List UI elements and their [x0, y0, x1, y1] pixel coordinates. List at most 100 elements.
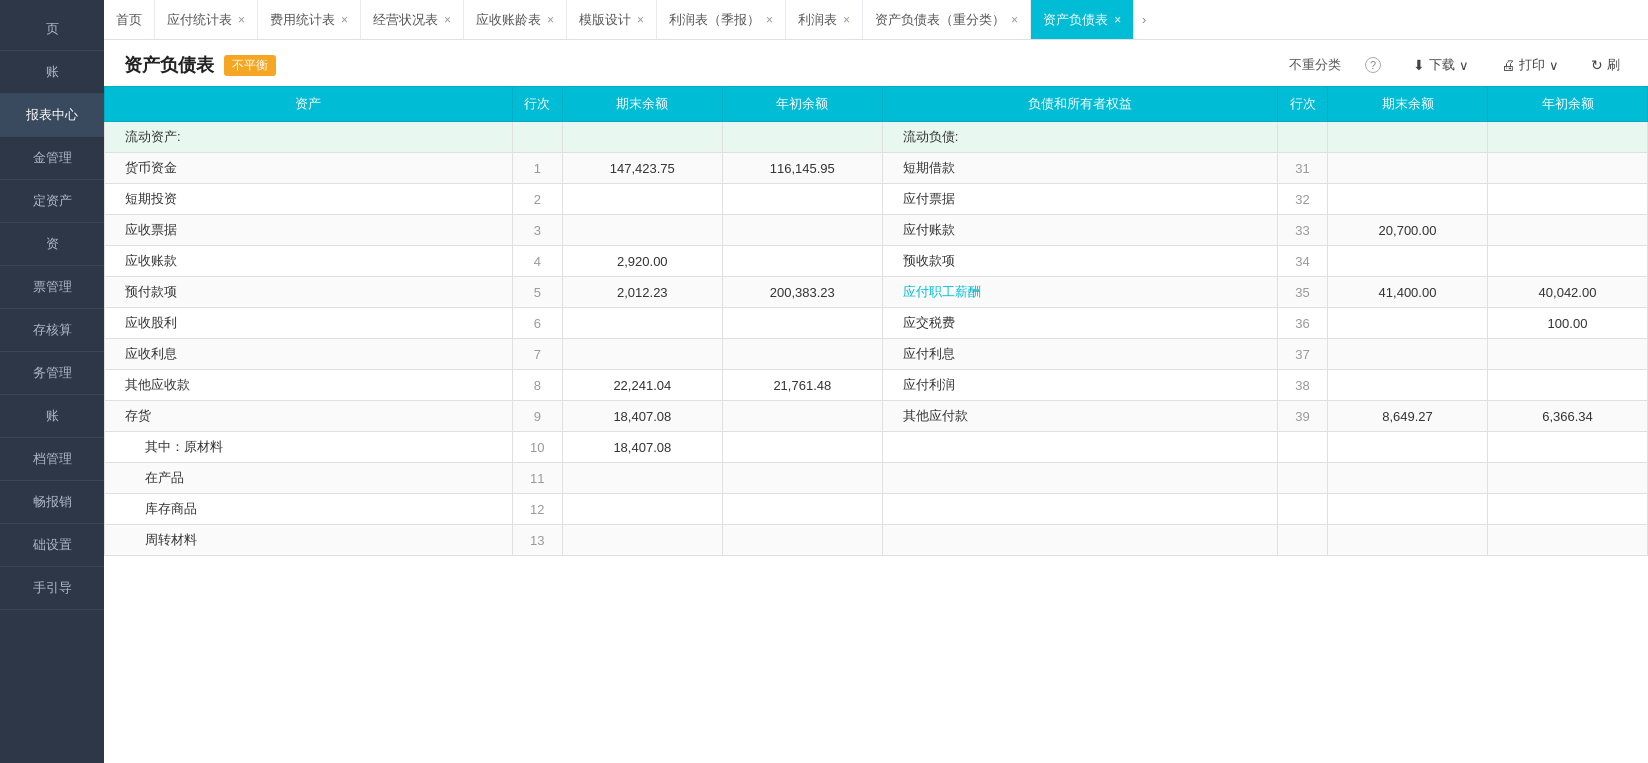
- row-left-item[interactable]: 周转材料: [105, 525, 513, 556]
- sidebar-item-ticket[interactable]: 票管理: [0, 266, 104, 309]
- tab-ar[interactable]: 应收账龄表 ×: [464, 0, 567, 40]
- row-left-begin[interactable]: [722, 525, 882, 556]
- row-left-end[interactable]: 18,407.08: [562, 401, 722, 432]
- tab-bs[interactable]: 资产负债表 ×: [1031, 0, 1134, 40]
- row-left-item[interactable]: 货币资金: [105, 153, 513, 184]
- sidebar-item-account[interactable]: 账: [0, 51, 104, 94]
- row-right-item[interactable]: 应付票据: [882, 184, 1277, 215]
- row-left-begin[interactable]: 116,145.95: [722, 153, 882, 184]
- tab-close-bs[interactable]: ×: [1114, 13, 1121, 27]
- row-left-begin[interactable]: [722, 215, 882, 246]
- row-left-begin[interactable]: [722, 308, 882, 339]
- row-right-begin[interactable]: [1488, 184, 1648, 215]
- row-right-end[interactable]: [1328, 463, 1488, 494]
- row-right-begin[interactable]: [1488, 494, 1648, 525]
- row-right-end[interactable]: [1328, 246, 1488, 277]
- row-right-begin[interactable]: [1488, 246, 1648, 277]
- row-left-item[interactable]: 应收股利: [105, 308, 513, 339]
- row-right-begin[interactable]: [1488, 432, 1648, 463]
- tab-next-arrow[interactable]: ›: [1134, 0, 1154, 40]
- refresh-button[interactable]: ↻ 刷: [1583, 52, 1628, 78]
- row-left-begin[interactable]: [722, 463, 882, 494]
- help-button[interactable]: ?: [1357, 53, 1389, 77]
- sidebar-item-home[interactable]: 页: [0, 8, 104, 51]
- row-left-item[interactable]: 存货: [105, 401, 513, 432]
- tab-home[interactable]: 首页: [104, 0, 155, 40]
- tab-close-ar[interactable]: ×: [547, 13, 554, 27]
- tab-profit[interactable]: 利润表 ×: [786, 0, 863, 40]
- sidebar-item-storage[interactable]: 存核算: [0, 309, 104, 352]
- row-left-begin[interactable]: 200,383.23: [722, 277, 882, 308]
- tab-ap[interactable]: 应付统计表 ×: [155, 0, 258, 40]
- row-left-begin[interactable]: [722, 401, 882, 432]
- row-left-begin[interactable]: [722, 339, 882, 370]
- row-right-begin[interactable]: 6,366.34: [1488, 401, 1648, 432]
- print-button[interactable]: 🖨 打印 ∨: [1493, 52, 1567, 78]
- row-right-end[interactable]: [1328, 339, 1488, 370]
- row-right-begin[interactable]: 100.00: [1488, 308, 1648, 339]
- sidebar-item-tax[interactable]: 务管理: [0, 352, 104, 395]
- row-left-end[interactable]: 18,407.08: [562, 432, 722, 463]
- row-right-end[interactable]: 8,649.27: [1328, 401, 1488, 432]
- tab-close-cost[interactable]: ×: [341, 13, 348, 27]
- row-right-item[interactable]: 应交税费: [882, 308, 1277, 339]
- row-right-item[interactable]: [882, 525, 1277, 556]
- row-right-begin[interactable]: [1488, 463, 1648, 494]
- tab-bs-re[interactable]: 资产负债表（重分类） ×: [863, 0, 1031, 40]
- row-left-begin[interactable]: 21,761.48: [722, 370, 882, 401]
- tab-close-profit[interactable]: ×: [843, 13, 850, 27]
- sidebar-item-guide[interactable]: 手引导: [0, 567, 104, 610]
- tab-ops[interactable]: 经营状况表 ×: [361, 0, 464, 40]
- row-left-end[interactable]: [562, 215, 722, 246]
- row-left-item[interactable]: 应收票据: [105, 215, 513, 246]
- row-right-begin[interactable]: [1488, 153, 1648, 184]
- row-left-end[interactable]: [562, 463, 722, 494]
- row-left-item[interactable]: 库存商品: [105, 494, 513, 525]
- row-left-item[interactable]: 应收利息: [105, 339, 513, 370]
- row-left-item[interactable]: 短期投资: [105, 184, 513, 215]
- row-right-end[interactable]: 20,700.00: [1328, 215, 1488, 246]
- row-right-begin[interactable]: [1488, 339, 1648, 370]
- sidebar-item-report[interactable]: 报表中心: [0, 94, 104, 137]
- row-left-end[interactable]: [562, 339, 722, 370]
- tab-cost[interactable]: 费用统计表 ×: [258, 0, 361, 40]
- row-right-begin[interactable]: [1488, 525, 1648, 556]
- row-right-item[interactable]: 其他应付款: [882, 401, 1277, 432]
- sidebar-item-expense[interactable]: 畅报销: [0, 481, 104, 524]
- row-left-begin[interactable]: [722, 494, 882, 525]
- row-left-end[interactable]: [562, 494, 722, 525]
- sidebar-item-invest[interactable]: 资: [0, 223, 104, 266]
- row-right-end[interactable]: [1328, 370, 1488, 401]
- row-left-item[interactable]: 预付款项: [105, 277, 513, 308]
- row-left-end[interactable]: [562, 525, 722, 556]
- row-right-item[interactable]: 应付利润: [882, 370, 1277, 401]
- row-right-end[interactable]: [1328, 494, 1488, 525]
- row-right-item[interactable]: 应付利息: [882, 339, 1277, 370]
- sidebar-item-fund[interactable]: 金管理: [0, 137, 104, 180]
- row-right-item[interactable]: 应付职工薪酬: [882, 277, 1277, 308]
- row-right-end[interactable]: [1328, 184, 1488, 215]
- row-right-item[interactable]: [882, 494, 1277, 525]
- row-left-item[interactable]: 应收账款: [105, 246, 513, 277]
- row-left-end[interactable]: 2,920.00: [562, 246, 722, 277]
- tab-close-template[interactable]: ×: [637, 13, 644, 27]
- row-right-end[interactable]: [1328, 525, 1488, 556]
- row-right-item[interactable]: [882, 432, 1277, 463]
- row-left-end[interactable]: 2,012.23: [562, 277, 722, 308]
- download-button[interactable]: ⬇ 下载 ∨: [1405, 52, 1477, 78]
- row-right-begin[interactable]: [1488, 370, 1648, 401]
- row-right-item[interactable]: 短期借款: [882, 153, 1277, 184]
- row-left-end[interactable]: 22,241.04: [562, 370, 722, 401]
- row-left-item[interactable]: 其他应收款: [105, 370, 513, 401]
- row-left-begin[interactable]: [722, 246, 882, 277]
- row-right-item[interactable]: [882, 463, 1277, 494]
- tab-close-profit-q[interactable]: ×: [766, 13, 773, 27]
- row-left-end[interactable]: [562, 308, 722, 339]
- tab-close-ap[interactable]: ×: [238, 13, 245, 27]
- row-right-end[interactable]: 41,400.00: [1328, 277, 1488, 308]
- tab-close-bs-re[interactable]: ×: [1011, 13, 1018, 27]
- row-right-item[interactable]: 应付账款: [882, 215, 1277, 246]
- row-right-end[interactable]: [1328, 432, 1488, 463]
- sidebar-item-ledger[interactable]: 账: [0, 395, 104, 438]
- tab-close-ops[interactable]: ×: [444, 13, 451, 27]
